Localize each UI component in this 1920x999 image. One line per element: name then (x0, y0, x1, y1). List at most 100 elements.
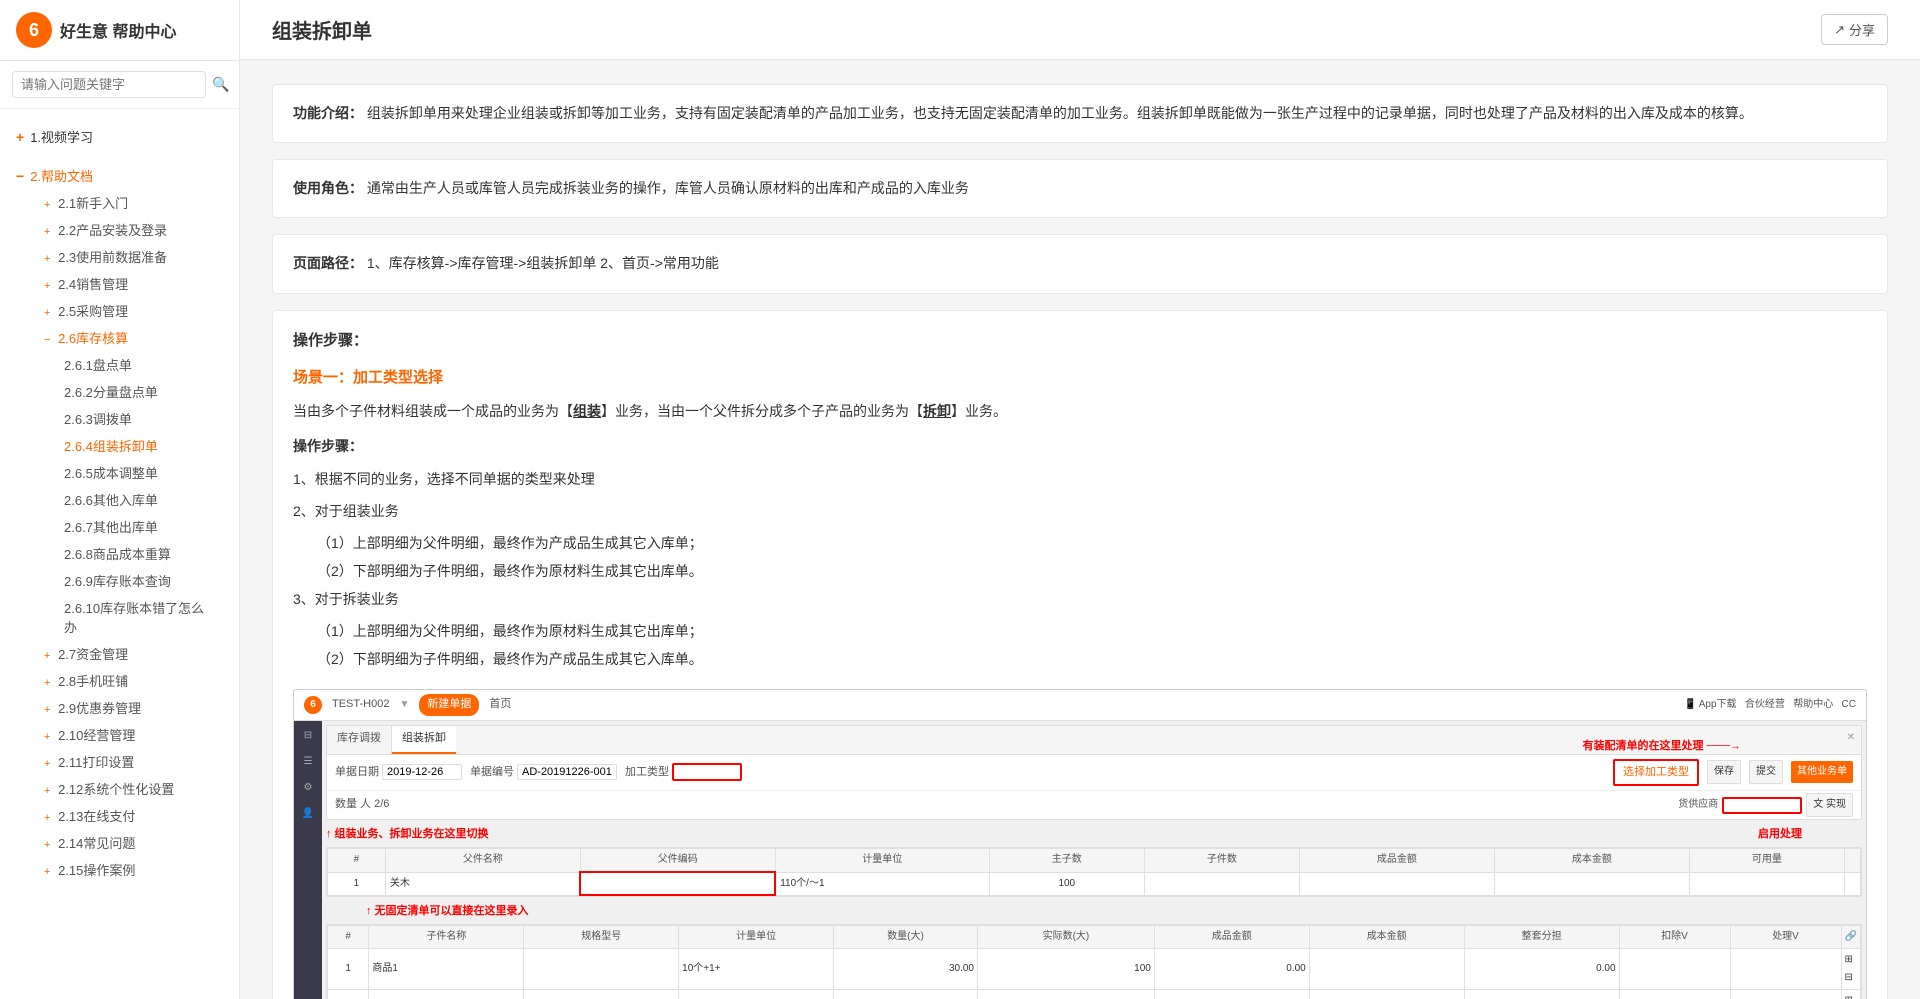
sidebar-item-2-7[interactable]: + 2.7资金管理 (36, 640, 223, 667)
mock-th-4: 计量单位 (775, 849, 989, 873)
sidebar-item-2-11[interactable]: + 2.11打印设置 (36, 748, 223, 775)
annotation-input: ↑ 无固定清单可以直接在这里录入 (326, 900, 1862, 924)
mock-processing-field: 货供应商 (1678, 796, 1802, 814)
sidebar-item-2-6-4[interactable]: 2.6.4组装拆卸单 (56, 432, 223, 459)
mock-date-input[interactable] (382, 764, 462, 780)
mock-tab-assembly[interactable]: 组装拆卸 (392, 726, 456, 754)
mock-th-9: 可用量 (1689, 849, 1844, 873)
expand-icon-2-9: + (44, 704, 50, 716)
mock-supplier-input[interactable] (1722, 797, 1802, 814)
mock-stats-row: 数量 人 2/6 货供应商 文 实现 (327, 790, 1861, 819)
mock-company: TEST-H002 (332, 695, 389, 715)
sidebar-item-2-5[interactable]: + 2.5采购管理 (36, 297, 223, 324)
share-button[interactable]: ↗ 分享 (1821, 14, 1888, 45)
mock-ltd-1-6: 100 (977, 948, 1154, 989)
mock-lth-8: 成本金额 (1309, 925, 1464, 948)
sidebar-item-2-2[interactable]: + 2.2产品安装及登录 (36, 216, 223, 243)
expand-icon-2-2: + (44, 226, 50, 238)
sidebar-item-2-15[interactable]: + 2.15操作案例 (36, 856, 223, 883)
sidebar-item-2-13[interactable]: + 2.13在线支付 (36, 802, 223, 829)
mock-upper-cell-1-9 (1689, 872, 1844, 895)
mock-close-btn[interactable]: ✕ (1841, 726, 1861, 754)
page-title: 组装拆卸单 (272, 15, 372, 44)
sidebar-item-2-9[interactable]: + 2.9优惠券管理 (36, 694, 223, 721)
mock-active-tab[interactable]: 新建单据 (419, 694, 479, 716)
mock-sidebar-icon-3: ⚙ (304, 779, 313, 797)
sidebar-item-2-1[interactable]: + 2.1新手入门 (36, 189, 223, 216)
mock-sidebar-icon-4: 👤 (302, 805, 314, 823)
mock-tab-transfer[interactable]: 库存调拨 (327, 726, 392, 754)
mock-th-6: 子件数 (1144, 849, 1299, 873)
search-input[interactable] (12, 71, 206, 98)
mock-id-input[interactable] (517, 764, 617, 780)
mock-other-btn[interactable]: 其他业务单 (1791, 761, 1853, 783)
sidebar-item-2-14[interactable]: + 2.14常见问题 (36, 829, 223, 856)
sidebar-header: 6 好生意 帮助中心 (0, 0, 239, 61)
sidebar-item-2-6-8[interactable]: 2.6.8商品成本重算 (56, 540, 223, 567)
sidebar-item-2-6[interactable]: − 2.6库存核算 (36, 324, 223, 351)
sidebar-item-2-6-6[interactable]: 2.6.6其他入库单 (56, 486, 223, 513)
mock-lower-table-container: # 子件名称 规格型号 计量单位 数量(大) 实际数(大) 成品金额 成本金额 (326, 924, 1862, 999)
expand-icon-2-1: + (44, 199, 50, 211)
nav-section-1: + 1.视频学习 (0, 117, 239, 156)
expand-icon-2-5: + (44, 307, 50, 319)
mock-lth-12: 🔗 (1841, 925, 1860, 948)
mock-upper-table: # 父件名称 父件编码 计量单位 主子数 子件数 成品金额 成本金额 可用量 (327, 848, 1861, 896)
mock-ltd-1-11 (1730, 948, 1841, 989)
mock-tab-home[interactable]: 首页 (489, 695, 511, 715)
sidebar-item-videos[interactable]: + 1.视频学习 (16, 123, 223, 150)
step-3: 3、对于拆装业务 (293, 585, 1867, 613)
sidebar-item-2-8[interactable]: + 2.8手机旺铺 (36, 667, 223, 694)
operations-label: 操作步骤： (293, 327, 1867, 354)
expand-icon-2-13: + (44, 812, 50, 824)
sidebar-item-2-6-5[interactable]: 2.6.5成本调整单 (56, 459, 223, 486)
mock-sidebar-icon-1: ⊟ (304, 727, 312, 745)
usage-label: 使用角色： (293, 180, 363, 196)
sidebar-item-2-6-10[interactable]: 2.6.10库存账本错了怎么办 (56, 594, 223, 640)
logo-text: 好生意 帮助中心 (60, 18, 176, 42)
mock-confirm-btn[interactable]: 文 实现 (1806, 793, 1853, 817)
main-header: 组装拆卸单 ↗ 分享 (240, 0, 1920, 60)
sidebar-item-2-6-9[interactable]: 2.6.9库存账本查询 (56, 567, 223, 594)
mock-right-icons: 📱 App下载 合伙经营 帮助中心 CC (1684, 696, 1856, 714)
mock-fields-area: 单据日期 单据编号 加工类型 (327, 755, 1861, 791)
sidebar-item-2-4[interactable]: + 2.4销售管理 (36, 270, 223, 297)
mock-ltd-2-2: 商品2 (369, 989, 524, 999)
mock-type-input[interactable] (672, 763, 742, 781)
mock-ltd-1-3 (524, 948, 679, 989)
mock-upper-cell-1-2: 关木 (385, 872, 580, 895)
mock-lth-1: # (328, 925, 369, 948)
mock-app-body: ⊟ ☰ ⚙ 👤 库存调拨 组装拆卸 (294, 721, 1866, 999)
sidebar-item-2-3[interactable]: + 2.3使用前数据准备 (36, 243, 223, 270)
mock-select-type-btn[interactable]: 选择加工类型 (1613, 759, 1699, 787)
mock-ltd-2-9 (1464, 989, 1619, 999)
usage-text: 通常由生产人员或库管人员完成拆装业务的操作，库管人员确认原材料的出库和产成品的入… (367, 180, 969, 196)
mock-topbar: 6 TEST-H002 ▼ 新建单据 首页 📱 App下载 合伙经营 帮助中心 … (294, 690, 1866, 721)
sidebar-item-2-6-1[interactable]: 2.6.1盘点单 (56, 351, 223, 378)
sidebar-item-2-12[interactable]: + 2.12系统个性化设置 (36, 775, 223, 802)
sidebar-item-2-6-2[interactable]: 2.6.2分量盘点单 (56, 378, 223, 405)
sidebar-item-2-10[interactable]: + 2.10经营管理 (36, 721, 223, 748)
scenario1-desc: 当由多个子件材料组装成一个成品的业务为【组装】业务，当由一个父件拆分成多个子产品… (293, 399, 1867, 424)
mock-form: 库存调拨 组装拆卸 ✕ 单据日期 (326, 725, 1862, 821)
sidebar-item-2-6-7[interactable]: 2.6.7其他出库单 (56, 513, 223, 540)
mock-logo: 6 (304, 696, 322, 714)
search-box[interactable]: 🔍 (0, 61, 239, 109)
step-3-2: （2）下部明细为子件明细，最终作为产成品生成其它入库单。 (293, 645, 1867, 673)
sidebar-item-2-6-3[interactable]: 2.6.3调拨单 (56, 405, 223, 432)
mock-ltd-2-7: 0.00 (1154, 989, 1309, 999)
mock-submit-btn[interactable]: 提交 (1749, 760, 1783, 784)
expand-icon-2-3: + (44, 253, 50, 265)
mock-fields-row: 单据日期 单据编号 加工类型 (327, 755, 1861, 791)
mock-lth-10: 扣除V (1619, 925, 1730, 948)
intro-text: 组装拆卸单用来处理企业组装或拆卸等加工业务，支持有固定装配清单的产品加工业务，也… (367, 105, 1753, 121)
path-label: 页面路径： (293, 255, 363, 271)
sidebar-item-docs[interactable]: − 2.帮助文档 (16, 162, 223, 189)
search-icon[interactable]: 🔍 (212, 76, 229, 93)
mock-field-type: 加工类型 (625, 763, 742, 783)
expand-icon-2-10: + (44, 731, 50, 743)
expand-icon-2-14: + (44, 839, 50, 851)
sidebar-label-1: 1.视频学习 (30, 127, 93, 146)
mock-ltd-2-3 (524, 989, 679, 999)
mock-save-btn[interactable]: 保存 (1707, 760, 1741, 784)
